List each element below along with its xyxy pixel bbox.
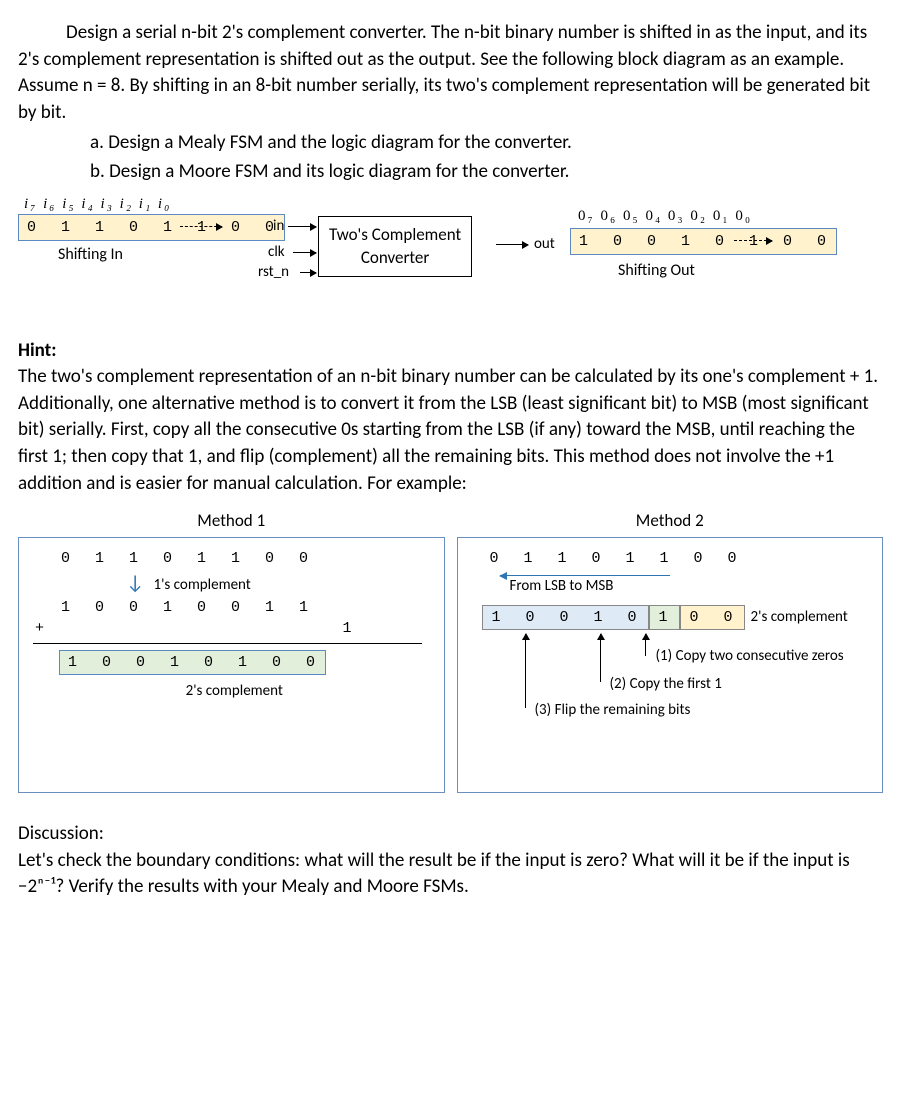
m1-result: 1 0 0 1 0 1 0 0 bbox=[59, 650, 326, 675]
method1-box: 0 1 1 0 1 1 0 0 ↓ 1's complement 1 0 0 1… bbox=[18, 537, 445, 793]
converter-box: Two's Complement Converter bbox=[318, 216, 472, 278]
method2-col: Method 2 0 1 1 0 1 1 0 0 From LSB to MSB… bbox=[457, 509, 884, 793]
m2-arrows: (1) Copy two consecutive zeros (2) Copy … bbox=[470, 634, 871, 724]
part-a: a. Design a Mealy FSM and the logic diag… bbox=[90, 130, 883, 157]
part-b: b. Design a Moore FSM and its logic diag… bbox=[90, 159, 883, 186]
converter-line1: Two's Complement bbox=[329, 223, 461, 247]
converter-line2: Converter bbox=[329, 246, 461, 270]
step1-label: (1) Copy two consecutive zeros bbox=[656, 646, 844, 667]
discussion-heading: Discussion: bbox=[18, 821, 883, 848]
method2-title: Method 2 bbox=[457, 509, 884, 533]
v-arrow-3 bbox=[525, 634, 527, 708]
signal-out: out bbox=[534, 234, 555, 255]
dash-arrow-in bbox=[180, 226, 222, 227]
shifting-in-label: Shifting In bbox=[58, 244, 123, 266]
arrow-clk bbox=[293, 252, 316, 253]
sum-line bbox=[33, 643, 422, 644]
signal-rst: rst_n bbox=[258, 262, 289, 283]
m2-result-label: 2's complement bbox=[751, 607, 848, 628]
input-bit-labels: i₇ i₆ i₅ i₄ i₃ i₂ i₁ i₀ bbox=[24, 194, 171, 215]
plus-sign: + bbox=[35, 618, 44, 639]
m1-result-label: 2's complement bbox=[37, 681, 432, 702]
block-diagram: i₇ i₆ i₅ i₄ i₃ i₂ i₁ i₀ 0 1 1 0 1 1 0 0 … bbox=[18, 194, 883, 314]
lsb-text: From LSB to MSB bbox=[510, 576, 871, 597]
lsb-arrow-icon bbox=[500, 575, 670, 576]
seg-flip: 1 0 0 1 0 bbox=[482, 605, 649, 630]
methods-row: Method 1 0 1 1 0 1 1 0 0 ↓ 1's complemen… bbox=[18, 509, 883, 793]
input-bit-box: 0 1 1 0 1 1 0 0 bbox=[18, 214, 285, 241]
step3-label: (3) Flip the remaining bits bbox=[535, 700, 691, 721]
problem-statement: Design a serial n-bit 2's complement con… bbox=[18, 20, 883, 126]
output-bit-box: 1 0 0 1 0 1 0 0 bbox=[570, 228, 837, 255]
step2-label: (2) Copy the first 1 bbox=[610, 674, 722, 695]
m1-step1-label: 1's complement bbox=[154, 576, 251, 594]
arrow-rst bbox=[300, 272, 316, 273]
discussion-text: Let's check the boundary conditions: wha… bbox=[18, 848, 883, 901]
dash-arrow-out bbox=[734, 240, 772, 241]
arrow-in bbox=[288, 226, 316, 227]
shifting-out-label: Shifting Out bbox=[618, 260, 695, 282]
hint-text: The two's complement representation of a… bbox=[18, 364, 883, 497]
method1-col: Method 1 0 1 1 0 1 1 0 0 ↓ 1's complemen… bbox=[18, 509, 445, 793]
v-arrow-1 bbox=[645, 634, 647, 656]
hint-heading: Hint: bbox=[18, 338, 883, 365]
m2-result-row: 1 0 0 1 010 0 2's complement bbox=[482, 605, 871, 630]
signal-clk: clk bbox=[268, 242, 285, 263]
seg-one: 1 bbox=[649, 605, 680, 630]
sub-items: a. Design a Mealy FSM and the logic diag… bbox=[18, 130, 883, 185]
m1-row2: 1 0 0 1 0 0 1 1 bbox=[61, 597, 432, 618]
down-arrow-icon: ↓ bbox=[126, 569, 144, 597]
m2-input: 0 1 1 0 1 1 0 0 bbox=[490, 548, 871, 569]
method1-title: Method 1 bbox=[18, 509, 445, 533]
discussion-section: Discussion: Let's check the boundary con… bbox=[18, 821, 883, 901]
output-bit-labels: 0₇ 0₆ 0₅ 0₄ 0₃ 0₂ 0₁ 0₀ bbox=[578, 206, 752, 227]
seg-copy: 0 0 bbox=[680, 605, 745, 630]
m1-row1: 0 1 1 0 1 1 0 0 bbox=[61, 548, 432, 569]
m1-one: 1 bbox=[342, 618, 351, 639]
arrow-out bbox=[496, 244, 528, 245]
signal-in: in bbox=[273, 216, 284, 237]
v-arrow-2 bbox=[600, 634, 602, 682]
method2-box: 0 1 1 0 1 1 0 0 From LSB to MSB 1 0 0 1 … bbox=[457, 537, 884, 793]
